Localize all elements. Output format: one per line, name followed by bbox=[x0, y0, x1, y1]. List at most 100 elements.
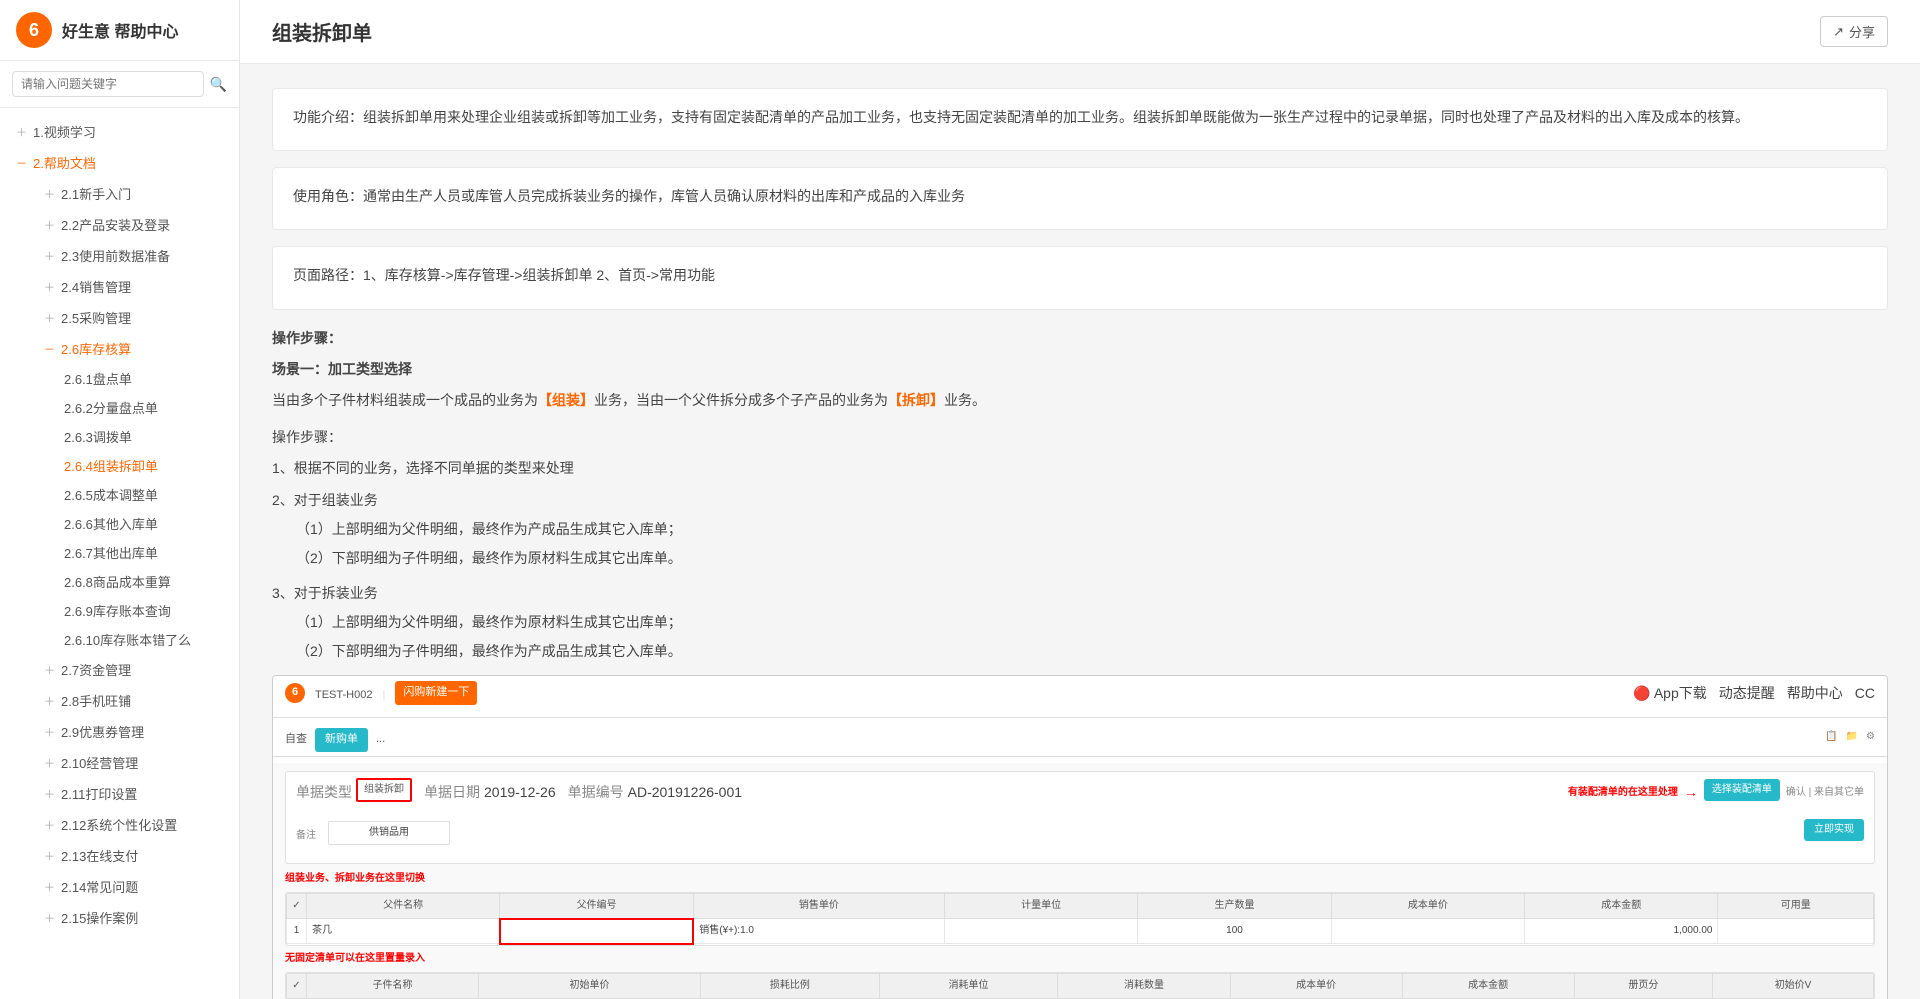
minus-icon: － bbox=[16, 155, 27, 171]
sidebar-item-adjust[interactable]: 2.6.3调拨单 bbox=[48, 422, 239, 451]
annotation-null-fill-text: 无固定清单可以在这里置量录入 bbox=[285, 950, 425, 968]
sidebar-item-sales[interactable]: ＋ 2.4销售管理 bbox=[28, 271, 239, 302]
sidebar-item-dataprep[interactable]: ＋ 2.3使用前数据准备 bbox=[28, 240, 239, 271]
sidebar-item-docs[interactable]: － 2.帮助文档 bbox=[0, 147, 239, 178]
screenshot-avatar: CC bbox=[1855, 681, 1875, 706]
sidebar-header: 6 好生意 帮助中心 bbox=[0, 0, 239, 61]
ops-section: 操作步骤： 场景一：加工类型选择 当由多个子件材料组装成一个成品的业务为【组装】… bbox=[272, 326, 1888, 999]
sidebar-item-faq-label: 2.14常见问题 bbox=[61, 877, 138, 896]
sidebar-item-cost-reset[interactable]: 2.6.8商品成本重算 bbox=[48, 567, 239, 596]
sidebar-item-operation-label: 2.10经营管理 bbox=[61, 753, 138, 772]
screenshot-form-row1: 单据类型 组装拆卸 单据日期 2019-12-26 单据编号 AD-201912… bbox=[296, 778, 1864, 814]
sidebar-item-assembly[interactable]: 2.6.4组装拆卸单 bbox=[48, 451, 239, 480]
sidebar-item-split-stock[interactable]: 2.6.2分量盘点单 bbox=[48, 393, 239, 422]
th-cost-amt: 成本金额 bbox=[1525, 893, 1718, 919]
sidebar-item-purchase[interactable]: ＋ 2.5采购管理 bbox=[28, 302, 239, 333]
step-3-1: （1）上部明细为父件明细，最终作为原材料生成其它出库单； bbox=[272, 610, 1888, 635]
plus-icon-11: ＋ bbox=[44, 786, 55, 802]
form-order-label: 单据编号 bbox=[568, 780, 624, 805]
search-button[interactable]: 🔍 bbox=[210, 76, 227, 93]
cth-qty: 消耗数量 bbox=[1058, 973, 1230, 998]
screenshot-company: TEST-H002 bbox=[315, 686, 372, 706]
sidebar-item-sysconfig[interactable]: ＋ 2.12系统个性化设置 bbox=[28, 809, 239, 840]
annotation-subtype-text: 组装业务、拆卸业务在这里切换 bbox=[285, 870, 425, 888]
sidebar-item-cost-adjust[interactable]: 2.6.5成本调整单 bbox=[48, 480, 239, 509]
sidebar-item-onlinepay[interactable]: ＋ 2.13在线支付 bbox=[28, 840, 239, 871]
sidebar-item-sysconfig-label: 2.12系统个性化设置 bbox=[61, 815, 177, 834]
screenshot-side-icons: 📋 📁 ⚙ bbox=[1825, 728, 1875, 746]
form-order-val: AD-20191226-001 bbox=[628, 780, 742, 805]
screenshot-form-section: 单据类型 组装拆卸 单据日期 2019-12-26 单据编号 AD-201912… bbox=[285, 771, 1875, 864]
form-note-input: 供销品用 bbox=[328, 821, 450, 845]
sidebar-item-stocktake[interactable]: 2.6.1盘点单 bbox=[48, 364, 239, 393]
parent-td-name: 茶几 bbox=[307, 919, 500, 944]
annotation-assembly-list: 有装配清单的在这里处理 bbox=[1568, 784, 1678, 802]
share-button[interactable]: ↗ 分享 bbox=[1820, 16, 1888, 47]
sidebar-item-other-out[interactable]: 2.6.7其他出库单 bbox=[48, 538, 239, 567]
parent-table: ✓ 父件名称 父件编号 销售单价 计量单位 生产数量 成本单价 成本金额 可用量 bbox=[286, 893, 1874, 945]
cth-init-v: 初始价V bbox=[1713, 973, 1874, 998]
form-type-label: 单据类型 bbox=[296, 780, 352, 805]
form-note-label: 备注 bbox=[296, 827, 316, 845]
parent-td-code bbox=[500, 919, 693, 944]
cth-page: 册页分 bbox=[1574, 973, 1712, 998]
sidebar-item-stock-query[interactable]: 2.6.9库存账本查询 bbox=[48, 596, 239, 625]
share-label: 分享 bbox=[1849, 22, 1875, 41]
cth-cost-amt: 成本金额 bbox=[1402, 973, 1574, 998]
sidebar-item-operation[interactable]: ＋ 2.10经营管理 bbox=[28, 747, 239, 778]
step-1: 1、根据不同的业务，选择不同单据的类型来处理 bbox=[272, 456, 1888, 481]
page-title: 组装拆卸单 bbox=[272, 17, 372, 46]
sidebar-item-other-in[interactable]: 2.6.6其他入库单 bbox=[48, 509, 239, 538]
sidebar-item-print-label: 2.11打印设置 bbox=[61, 784, 137, 803]
parent-table-row-1: 1 茶几 销售(¥+):1.0 100 1,000.00 bbox=[287, 919, 1874, 944]
sidebar-item-mobile[interactable]: ＋ 2.8手机旺铺 bbox=[28, 685, 239, 716]
plus-icon-14: ＋ bbox=[44, 879, 55, 895]
ops-steps-title: 操作步骤： bbox=[272, 425, 1888, 450]
plus-icon-10: ＋ bbox=[44, 755, 55, 771]
sidebar-item-finance[interactable]: ＋ 2.7资金管理 bbox=[28, 654, 239, 685]
sidebar-item-purchase-label: 2.5采购管理 bbox=[61, 308, 131, 327]
cth-unit: 消耗单位 bbox=[879, 973, 1058, 998]
plus-icon-8: ＋ bbox=[44, 693, 55, 709]
annotation-row-subtype: 组装业务、拆卸业务在这里切换 bbox=[285, 870, 1875, 888]
sidebar-item-coupon[interactable]: ＋ 2.9优惠券管理 bbox=[28, 716, 239, 747]
sidebar-item-print[interactable]: ＋ 2.11打印设置 bbox=[28, 778, 239, 809]
screenshot-lower-table: ✓ 子件名称 初始单价 损耗比例 消耗单位 消耗数量 成本单价 成本金额 册页分 bbox=[285, 972, 1875, 999]
sidebar-item-newbie[interactable]: ＋ 2.1新手入门 bbox=[28, 178, 239, 209]
form-date-field: 单据日期 2019-12-26 bbox=[424, 780, 556, 805]
role-text: 使用角色：通常由生产人员或库管人员完成拆装业务的操作，库管人员确认原材料的出库和… bbox=[293, 184, 1867, 209]
sidebar-item-video[interactable]: ＋ 1.视频学习 bbox=[0, 116, 239, 147]
search-input[interactable] bbox=[12, 71, 204, 97]
th-parent-name: 父件名称 bbox=[307, 893, 500, 919]
tab-self-check: 自查 bbox=[285, 730, 307, 750]
screenshot-form-row2: 备注 供销品用 立即实现 bbox=[296, 819, 1864, 853]
sidebar-item-faq[interactable]: ＋ 2.14常见问题 bbox=[28, 871, 239, 902]
sidebar-item-cases-label: 2.15操作案例 bbox=[61, 908, 138, 927]
sidebar-item-inventory-label: 2.6库存核算 bbox=[61, 339, 131, 358]
step-2: 2、对于组装业务 bbox=[272, 488, 1888, 513]
screenshot-app-dl: 🔴 App下载 bbox=[1633, 681, 1706, 706]
search-box: 🔍 bbox=[0, 61, 239, 108]
plus-icon-12: ＋ bbox=[44, 817, 55, 833]
parent-td-check: 1 bbox=[287, 919, 307, 944]
main-header: 组装拆卸单 ↗ 分享 bbox=[240, 0, 1920, 64]
screenshot-form-area: 单据类型 组装拆卸 单据日期 2019-12-26 单据编号 AD-201912… bbox=[273, 763, 1887, 999]
th-prod-qty: 生产数量 bbox=[1138, 893, 1331, 919]
screenshot-neworder-btn: 闪购新建一下 bbox=[395, 681, 477, 705]
child-table-head: ✓ 子件名称 初始单价 损耗比例 消耗单位 消耗数量 成本单价 成本金额 册页分 bbox=[287, 973, 1874, 998]
parent-td-unit bbox=[944, 919, 1137, 944]
sidebar-item-inventory[interactable]: － 2.6库存核算 bbox=[28, 333, 239, 364]
form-date-val: 2019-12-26 bbox=[484, 780, 556, 805]
child-table-header-row: ✓ 子件名称 初始单价 损耗比例 消耗单位 消耗数量 成本单价 成本金额 册页分 bbox=[287, 973, 1874, 998]
screenshot-logo: 6 bbox=[285, 683, 305, 703]
sidebar-item-docs-label: 2.帮助文档 bbox=[33, 153, 96, 172]
docs-subnav: ＋ 2.1新手入门 ＋ 2.2产品安装及登录 ＋ 2.3使用前数据准备 ＋ 2.… bbox=[0, 178, 239, 933]
sidebar-item-install[interactable]: ＋ 2.2产品安装及登录 bbox=[28, 209, 239, 240]
sidebar-item-stock-wrong[interactable]: 2.6.10库存账本错了么 bbox=[48, 625, 239, 654]
th-parent-code: 父件编号 bbox=[500, 893, 693, 919]
parent-td-avail bbox=[1718, 919, 1874, 944]
sidebar-item-cases[interactable]: ＋ 2.15操作案例 bbox=[28, 902, 239, 933]
plus-icon-15: ＋ bbox=[44, 910, 55, 926]
th-check: ✓ bbox=[287, 893, 307, 919]
plus-icon-13: ＋ bbox=[44, 848, 55, 864]
